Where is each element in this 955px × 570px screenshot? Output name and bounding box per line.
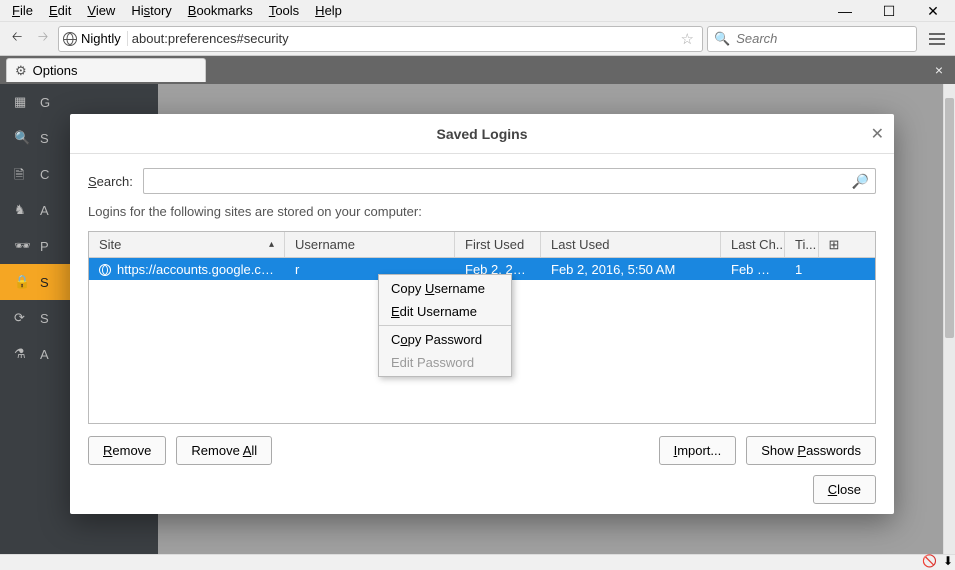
site-icon (99, 264, 111, 276)
panel-icon: ▦ (14, 94, 30, 110)
globe-icon (63, 32, 77, 46)
dialog-search-input[interactable] (150, 174, 852, 189)
vertical-scrollbar[interactable] (943, 84, 955, 554)
search-icon[interactable]: 🔎 (852, 173, 869, 190)
forward-button[interactable]: 🡢 (32, 28, 54, 50)
table-header: Site▴ Username First Used Last Used Last… (89, 232, 875, 258)
remove-button[interactable]: Remove (88, 436, 166, 465)
ctx-copy-password[interactable]: Copy Password (379, 328, 511, 351)
window-controls: — ☐ ✕ (823, 0, 955, 22)
remove-all-button[interactable]: Remove All (176, 436, 272, 465)
tabstrip-close-icon[interactable]: × (935, 62, 943, 78)
flask-icon: ⚗ (14, 346, 30, 362)
url-text: about:preferences#security (132, 31, 673, 46)
dialog-search-box[interactable]: 🔎 (143, 168, 876, 194)
context-menu: Copy Username Edit Username Copy Passwor… (378, 274, 512, 377)
ctx-separator (379, 325, 511, 326)
identity-label: Nightly (81, 31, 121, 46)
window-close-button[interactable]: ✕ (911, 0, 955, 22)
dialog-title: Saved Logins (436, 126, 527, 142)
tab-options[interactable]: ⚙ Options (6, 58, 206, 82)
gear-icon: ⚙ (15, 63, 27, 79)
search-bar[interactable]: 🔍 (707, 26, 917, 52)
col-first-used[interactable]: First Used (455, 232, 541, 257)
tab-title: Options (33, 63, 78, 78)
import-button[interactable]: Import... (659, 436, 737, 465)
window-maximize-button[interactable]: ☐ (867, 0, 911, 22)
window-minimize-button[interactable]: — (823, 0, 867, 22)
menu-edit[interactable]: Edit (41, 1, 79, 20)
col-times-used[interactable]: Ti... (785, 232, 819, 257)
back-button[interactable]: 🡠 (6, 28, 28, 50)
close-button[interactable]: Close (813, 475, 876, 504)
column-picker-button[interactable]: ⊞ (819, 232, 849, 257)
mask-icon: 🕶 (14, 238, 30, 254)
cell-times-used: 1 (785, 262, 819, 277)
sync-icon: ⟳ (14, 310, 30, 326)
scrollbar-thumb[interactable] (945, 98, 954, 338)
sort-asc-icon: ▴ (269, 239, 274, 250)
menu-bookmarks[interactable]: Bookmarks (180, 1, 261, 20)
lock-icon: 🔒 (14, 274, 30, 290)
cell-last-changed: Feb 2, 2016 (721, 262, 785, 277)
dialog-header: Saved Logins ✕ (70, 114, 894, 154)
search-icon: 🔍 (714, 31, 730, 47)
menu-bar: File Edit View History Bookmarks Tools H… (0, 0, 955, 22)
dialog-search-label: Search: (88, 174, 133, 189)
col-last-used[interactable]: Last Used (541, 232, 721, 257)
col-last-changed[interactable]: Last Ch... (721, 232, 785, 257)
url-bar[interactable]: Nightly about:preferences#security ☆ (58, 26, 703, 52)
col-site[interactable]: Site▴ (89, 232, 285, 257)
menu-file[interactable]: File (4, 1, 41, 20)
menu-view[interactable]: View (79, 1, 123, 20)
ctx-edit-password: Edit Password (379, 351, 511, 374)
noscript-icon[interactable]: 🚫 (922, 554, 937, 568)
menu-tools[interactable]: Tools (261, 1, 307, 20)
ctx-edit-username[interactable]: Edit Username (379, 300, 511, 323)
cell-last-used: Feb 2, 2016, 5:50 AM (541, 262, 721, 277)
search-icon: 🔍 (14, 130, 30, 146)
menu-help[interactable]: Help (307, 1, 350, 20)
status-bar (0, 554, 955, 570)
dialog-close-button[interactable]: ✕ (871, 124, 884, 144)
navigation-toolbar: 🡠 🡢 Nightly about:preferences#security ☆… (0, 22, 955, 56)
cell-site: https://accounts.google.com (89, 262, 285, 277)
ctx-copy-username[interactable]: Copy Username (379, 277, 511, 300)
hamburger-menu-button[interactable] (925, 27, 949, 51)
dialog-hint: Logins for the following sites are store… (88, 204, 876, 219)
download-arrow-icon[interactable]: ⬇ (943, 554, 953, 568)
document-icon: 🗎 (14, 166, 30, 182)
show-passwords-button[interactable]: Show Passwords (746, 436, 876, 465)
menu-history[interactable]: History (123, 1, 179, 20)
identity-box[interactable]: Nightly (63, 31, 128, 46)
tab-strip: ⚙ Options (0, 56, 955, 84)
bookmark-star-icon[interactable]: ☆ (677, 30, 698, 48)
app-icon: ♞ (14, 202, 30, 218)
col-username[interactable]: Username (285, 232, 455, 257)
search-input[interactable] (736, 31, 914, 46)
